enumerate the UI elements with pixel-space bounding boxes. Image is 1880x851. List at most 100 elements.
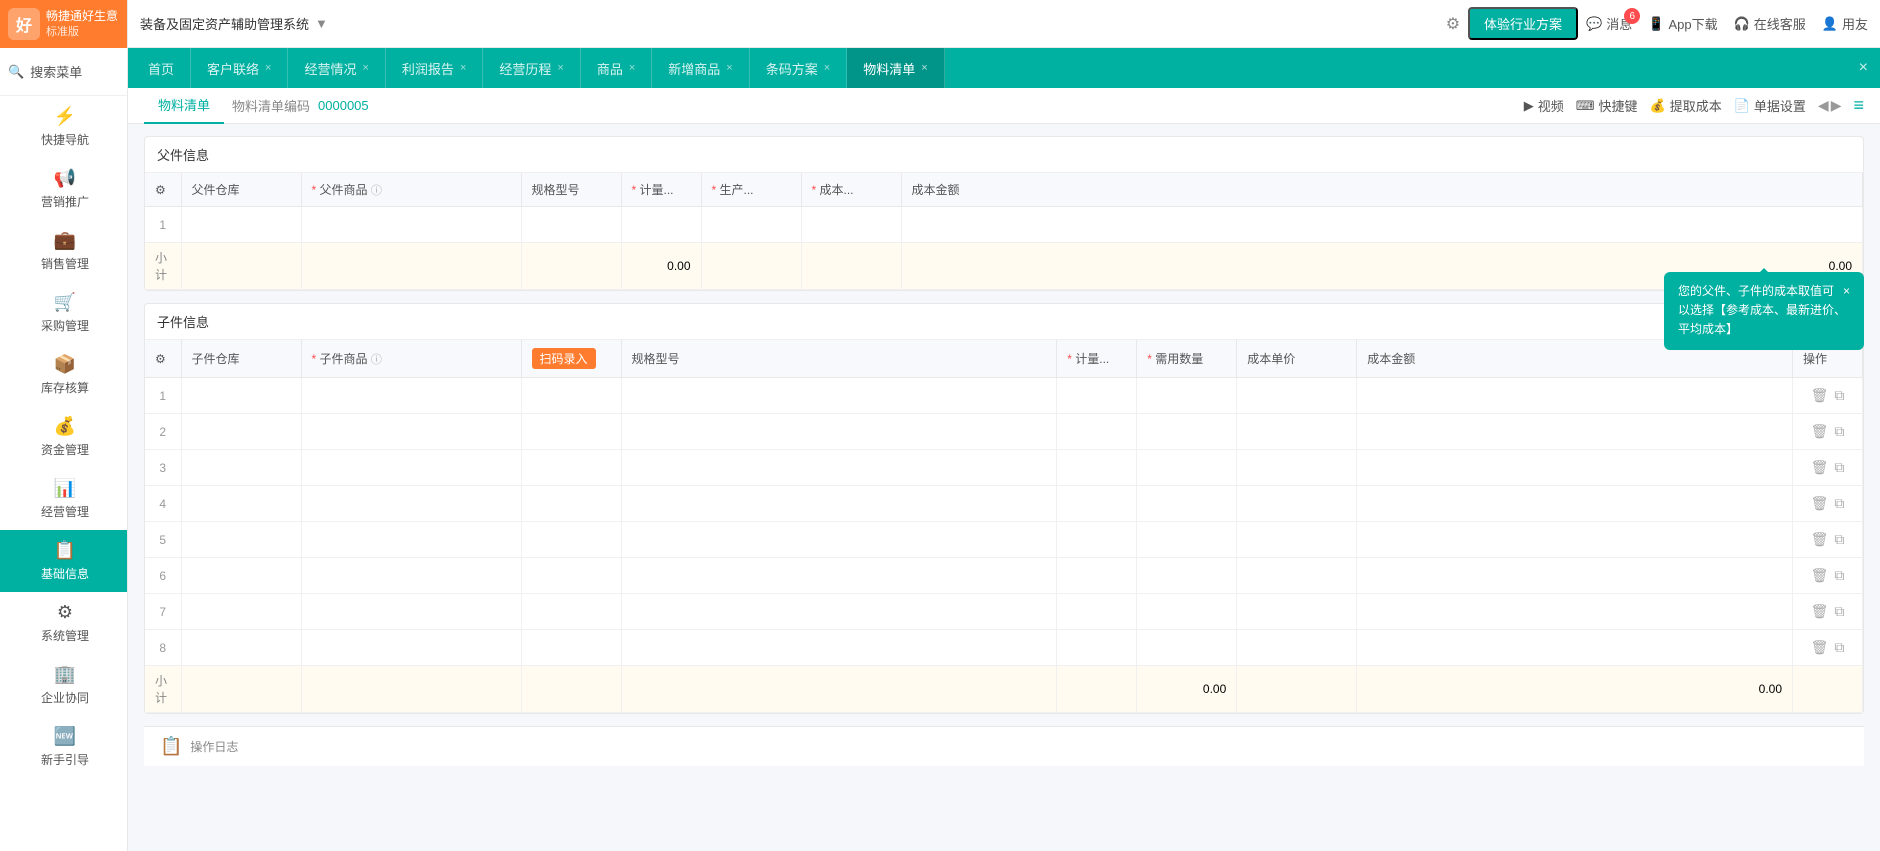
child-spectype-cell-7[interactable]	[621, 594, 1057, 630]
sub-nav-bom[interactable]: 物料清单	[144, 88, 224, 124]
copy-icon[interactable]: ⧉	[1834, 603, 1844, 620]
delete-icon[interactable]: 🗑	[1811, 531, 1829, 548]
child-warehouse-cell-1[interactable]	[181, 378, 301, 414]
copy-icon[interactable]: ⧉	[1834, 495, 1844, 512]
shortcut-action[interactable]: ⌨ 快捷键	[1576, 96, 1638, 115]
child-qty-cell-8[interactable]	[1137, 630, 1237, 666]
tooltip-close-button[interactable]: ×	[1843, 282, 1850, 301]
child-spectype-cell-8[interactable]	[621, 630, 1057, 666]
sidebar-item-system[interactable]: ⚙ 系统管理	[0, 592, 127, 654]
child-spectype-cell-6[interactable]	[621, 558, 1057, 594]
tab-close-icon[interactable]: ×	[557, 62, 563, 74]
child-unit-cell-4[interactable]	[1057, 486, 1137, 522]
child-warehouse-cell-4[interactable]	[181, 486, 301, 522]
child-unitprice-cell-7[interactable]	[1237, 594, 1357, 630]
delete-icon[interactable]: 🗑	[1811, 567, 1829, 584]
tab-close-icon[interactable]: ×	[726, 62, 732, 74]
child-unitprice-cell-2[interactable]	[1237, 414, 1357, 450]
sidebar-item-basic-info[interactable]: 📋 基础信息	[0, 530, 127, 592]
child-qty-cell-3[interactable]	[1137, 450, 1237, 486]
child-unitprice-cell-6[interactable]	[1237, 558, 1357, 594]
child-warehouse-cell-6[interactable]	[181, 558, 301, 594]
sidebar-item-finance[interactable]: 💰 资金管理	[0, 406, 127, 468]
tab-close-icon[interactable]: ×	[265, 62, 271, 74]
copy-icon[interactable]: ⧉	[1834, 531, 1844, 548]
child-warehouse-cell-3[interactable]	[181, 450, 301, 486]
tab-customer[interactable]: 客户联络 ×	[191, 48, 288, 88]
delete-icon[interactable]: 🗑	[1811, 603, 1829, 620]
dropdown-icon[interactable]: ▼	[315, 16, 328, 31]
child-spec-cell-2[interactable]	[521, 414, 621, 450]
tab-home[interactable]: 首页	[132, 48, 191, 88]
child-unitprice-cell-3[interactable]	[1237, 450, 1357, 486]
menu-grid-icon[interactable]: ≡	[1853, 95, 1864, 116]
sidebar-item-quick-nav[interactable]: ⚡ 快捷导航	[0, 96, 127, 158]
child-qty-cell-6[interactable]	[1137, 558, 1237, 594]
tab-barcode[interactable]: 条码方案 ×	[750, 48, 847, 88]
parent-spec-cell[interactable]	[521, 207, 621, 243]
child-goods-cell-3[interactable]	[301, 450, 521, 486]
child-unitprice-cell-8[interactable]	[1237, 630, 1357, 666]
copy-icon[interactable]: ⧉	[1834, 387, 1844, 404]
delete-icon[interactable]: 🗑	[1811, 423, 1829, 440]
child-spectype-cell-3[interactable]	[621, 450, 1057, 486]
child-spec-cell-1[interactable]	[521, 378, 621, 414]
tab-close-icon[interactable]: ×	[629, 62, 635, 74]
video-action[interactable]: ▶ 视频	[1524, 96, 1564, 115]
child-unitprice-cell-1[interactable]	[1237, 378, 1357, 414]
child-unit-cell-5[interactable]	[1057, 522, 1137, 558]
next-arrow[interactable]: ▶	[1831, 97, 1842, 114]
sidebar-item-guide[interactable]: 🆕 新手引导	[0, 716, 127, 778]
child-unit-cell-8[interactable]	[1057, 630, 1137, 666]
child-warehouse-cell-7[interactable]	[181, 594, 301, 630]
child-col-settings[interactable]: ⚙	[145, 340, 181, 378]
search-button[interactable]: 🔍 搜索菜单	[8, 56, 119, 87]
delete-icon[interactable]: 🗑	[1811, 387, 1829, 404]
child-spec-cell-8[interactable]	[521, 630, 621, 666]
sidebar-item-inventory[interactable]: 📦 库存核算	[0, 344, 127, 406]
child-warehouse-cell-8[interactable]	[181, 630, 301, 666]
child-unitprice-cell-4[interactable]	[1237, 486, 1357, 522]
trial-button[interactable]: 体验行业方案	[1468, 7, 1578, 40]
child-qty-cell-2[interactable]	[1137, 414, 1237, 450]
close-all-tabs-button[interactable]: ×	[1847, 59, 1880, 77]
child-unitprice-cell-5[interactable]	[1237, 522, 1357, 558]
child-spec-cell-4[interactable]	[521, 486, 621, 522]
delete-icon[interactable]: 🗑	[1811, 639, 1829, 656]
child-goods-cell-5[interactable]	[301, 522, 521, 558]
prev-arrow[interactable]: ◀	[1818, 97, 1829, 114]
tab-close-icon[interactable]: ×	[362, 62, 368, 74]
scan-button[interactable]: 扫码录入	[532, 348, 596, 369]
doc-settings-action[interactable]: 📄 单据设置	[1734, 96, 1806, 115]
child-spec-cell-7[interactable]	[521, 594, 621, 630]
extract-cost-action[interactable]: 💰 提取成本	[1650, 96, 1722, 115]
tab-close-icon[interactable]: ×	[824, 62, 830, 74]
child-qty-cell-4[interactable]	[1137, 486, 1237, 522]
tab-close-icon[interactable]: ×	[921, 62, 927, 74]
copy-icon[interactable]: ⧉	[1834, 423, 1844, 440]
tab-history[interactable]: 经营历程 ×	[483, 48, 580, 88]
sidebar-item-enterprise[interactable]: 🏢 企业协同	[0, 654, 127, 716]
delete-icon[interactable]: 🗑	[1811, 495, 1829, 512]
parent-produce-cell[interactable]	[701, 207, 801, 243]
child-spectype-cell-4[interactable]	[621, 486, 1057, 522]
child-goods-cell-1[interactable]	[301, 378, 521, 414]
tab-close-icon[interactable]: ×	[460, 62, 466, 74]
child-goods-cell-7[interactable]	[301, 594, 521, 630]
child-unit-cell-3[interactable]	[1057, 450, 1137, 486]
child-unit-cell-1[interactable]	[1057, 378, 1137, 414]
child-warehouse-cell-2[interactable]	[181, 414, 301, 450]
child-spec-cell-5[interactable]	[521, 522, 621, 558]
copy-icon[interactable]: ⧉	[1834, 567, 1844, 584]
parent-unit-cell[interactable]	[621, 207, 701, 243]
copy-icon[interactable]: ⧉	[1834, 639, 1844, 656]
child-goods-cell-6[interactable]	[301, 558, 521, 594]
parent-goods-cell[interactable]	[301, 207, 521, 243]
tab-bom[interactable]: 物料清单 ×	[847, 48, 944, 88]
delete-icon[interactable]: 🗑	[1811, 459, 1829, 476]
sidebar-item-marketing[interactable]: 📢 营销推广	[0, 158, 127, 220]
child-spec-cell-6[interactable]	[521, 558, 621, 594]
online-service-button[interactable]: 🎧 在线客服	[1734, 14, 1806, 33]
settings-icon[interactable]: ⚙	[1446, 14, 1460, 34]
copy-icon[interactable]: ⧉	[1834, 459, 1844, 476]
